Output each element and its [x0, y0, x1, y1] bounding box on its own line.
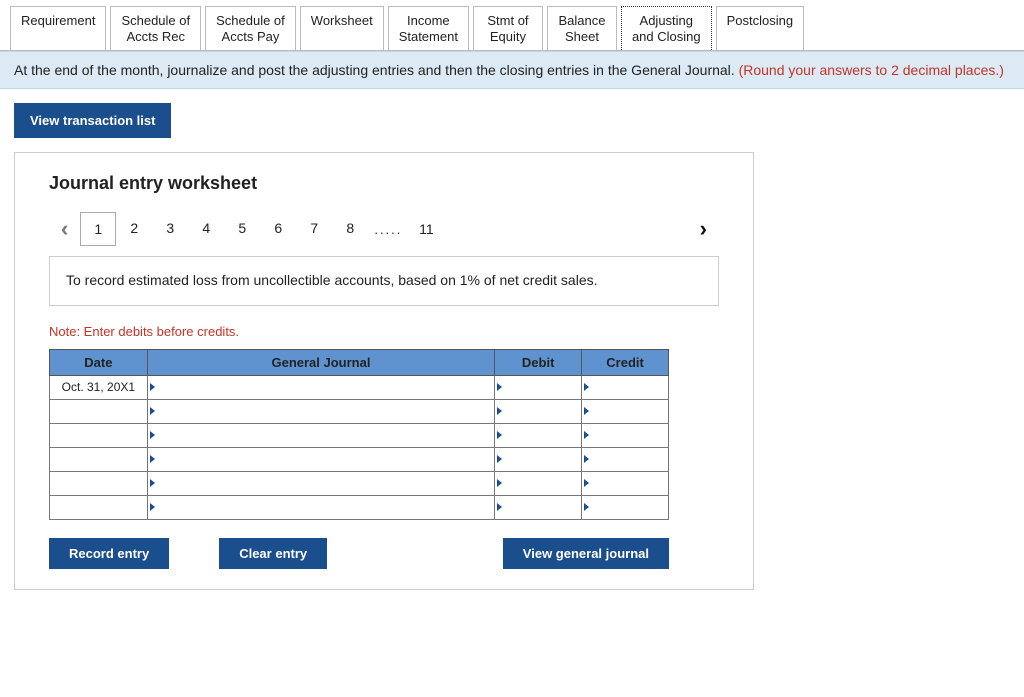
tab-schedule-of-accts-rec[interactable]: Schedule ofAccts Rec: [110, 6, 201, 50]
top-tabs: RequirementSchedule ofAccts RecSchedule …: [0, 0, 1024, 51]
col-header-credit: Credit: [582, 349, 669, 375]
debit-cell[interactable]: [495, 399, 582, 423]
tab-worksheet[interactable]: Worksheet: [300, 6, 384, 50]
clear-entry-button[interactable]: Clear entry: [219, 538, 327, 569]
debit-cell[interactable]: [495, 495, 582, 519]
credit-cell[interactable]: [582, 447, 669, 471]
credit-cell[interactable]: [582, 399, 669, 423]
pager-next-icon[interactable]: ›: [688, 216, 719, 242]
general-journal-cell[interactable]: [147, 375, 495, 399]
pager-page-3[interactable]: 3: [152, 212, 188, 246]
credit-cell[interactable]: [582, 495, 669, 519]
instruction-bar: At the end of the month, journalize and …: [0, 51, 1024, 89]
pager-page-5[interactable]: 5: [224, 212, 260, 246]
worksheet-title: Journal entry worksheet: [49, 173, 719, 194]
credit-cell[interactable]: [582, 471, 669, 495]
instruction-warning: (Round your answers to 2 decimal places.…: [739, 62, 1004, 78]
pager-ellipsis: .....: [368, 222, 408, 237]
pager-prev-icon[interactable]: ‹: [49, 216, 80, 242]
credit-cell[interactable]: [582, 375, 669, 399]
record-entry-button[interactable]: Record entry: [49, 538, 169, 569]
debit-cell[interactable]: [495, 375, 582, 399]
tab-balance-sheet[interactable]: BalanceSheet: [547, 6, 617, 50]
entry-pager: ‹ 12345678 ..... 11 ›: [49, 212, 719, 246]
col-header-date: Date: [50, 349, 148, 375]
date-cell[interactable]: [50, 399, 148, 423]
pager-page-1[interactable]: 1: [80, 212, 116, 246]
table-row: [50, 423, 669, 447]
debit-cell[interactable]: [495, 423, 582, 447]
worksheet-button-row: Record entry Clear entry View general jo…: [49, 538, 669, 569]
entry-description: To record estimated loss from uncollecti…: [49, 256, 719, 306]
date-cell[interactable]: [50, 447, 148, 471]
table-row: Oct. 31, 20X1: [50, 375, 669, 399]
tab-income-statement[interactable]: IncomeStatement: [388, 6, 469, 50]
date-cell[interactable]: [50, 495, 148, 519]
table-row: [50, 495, 669, 519]
table-row: [50, 399, 669, 423]
general-journal-cell[interactable]: [147, 447, 495, 471]
pager-page-2[interactable]: 2: [116, 212, 152, 246]
pager-page-4[interactable]: 4: [188, 212, 224, 246]
view-transaction-list-button[interactable]: View transaction list: [14, 103, 171, 138]
journal-worksheet-panel: Journal entry worksheet ‹ 12345678 .....…: [14, 152, 754, 590]
general-journal-cell[interactable]: [147, 471, 495, 495]
date-cell[interactable]: [50, 471, 148, 495]
col-header-debit: Debit: [495, 349, 582, 375]
general-journal-cell[interactable]: [147, 423, 495, 447]
instruction-text: At the end of the month, journalize and …: [14, 62, 739, 78]
view-general-journal-button[interactable]: View general journal: [503, 538, 669, 569]
pager-page-7[interactable]: 7: [296, 212, 332, 246]
table-row: [50, 447, 669, 471]
tab-adjusting-and-closing[interactable]: Adjustingand Closing: [621, 6, 712, 50]
col-header-general-journal: General Journal: [147, 349, 495, 375]
pager-page-6[interactable]: 6: [260, 212, 296, 246]
date-cell[interactable]: [50, 423, 148, 447]
tab-stmt-of-equity[interactable]: Stmt ofEquity: [473, 6, 543, 50]
credit-cell[interactable]: [582, 423, 669, 447]
debit-cell[interactable]: [495, 471, 582, 495]
pager-page-last[interactable]: 11: [408, 213, 444, 245]
journal-table: Date General Journal Debit Credit Oct. 3…: [49, 349, 669, 520]
tab-schedule-of-accts-pay[interactable]: Schedule ofAccts Pay: [205, 6, 296, 50]
tab-postclosing[interactable]: Postclosing: [716, 6, 804, 50]
general-journal-cell[interactable]: [147, 399, 495, 423]
table-row: [50, 471, 669, 495]
tab-requirement[interactable]: Requirement: [10, 6, 106, 50]
general-journal-cell[interactable]: [147, 495, 495, 519]
debits-before-credits-note: Note: Enter debits before credits.: [49, 324, 719, 339]
date-cell[interactable]: Oct. 31, 20X1: [50, 375, 148, 399]
debit-cell[interactable]: [495, 447, 582, 471]
pager-page-8[interactable]: 8: [332, 212, 368, 246]
